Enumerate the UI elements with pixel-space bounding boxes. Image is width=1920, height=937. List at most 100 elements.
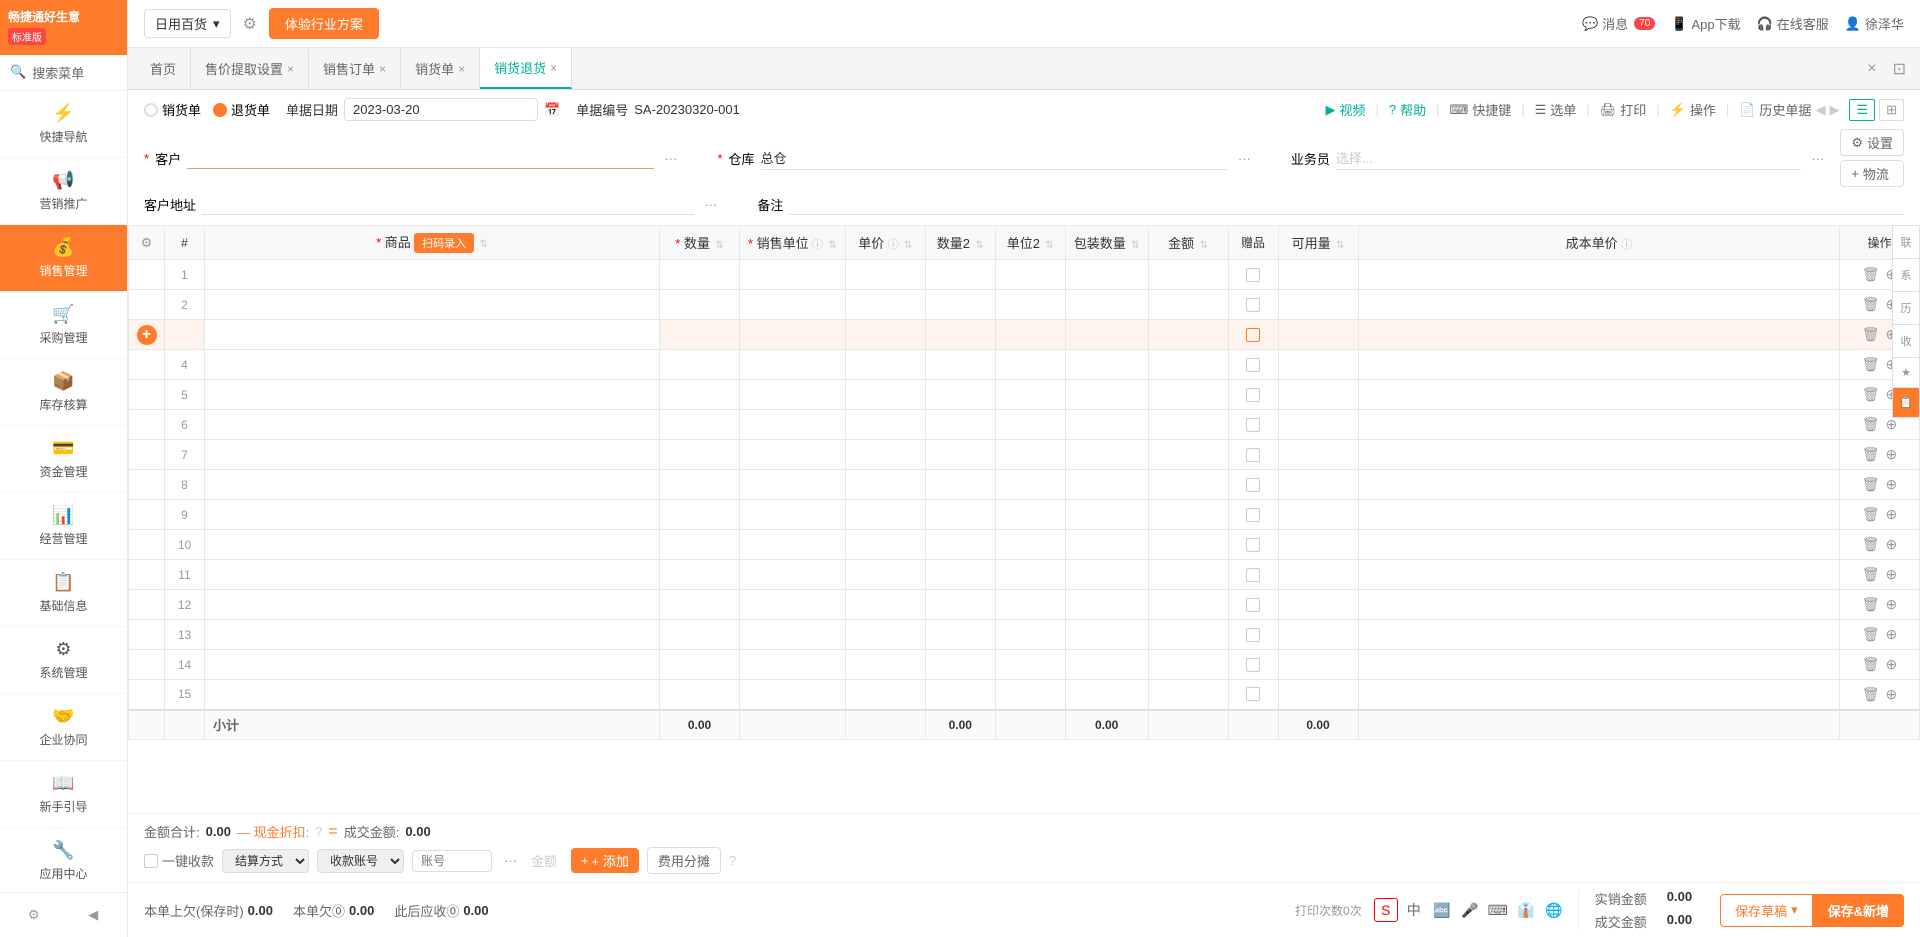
add-row-button[interactable]: + [137,325,157,345]
logistics-btn[interactable]: + 物流 [1840,160,1904,187]
sidebar-item-purchase[interactable]: 🛒 采购管理 [0,292,127,359]
row7-delete[interactable]: 🗑 [1862,446,1880,463]
user-menu[interactable]: 👤 徐泽华 [1845,14,1904,33]
row3-packqty[interactable] [1065,320,1148,350]
taskbar-icon-4[interactable]: 🎤 [1458,898,1482,922]
save-draft-button[interactable]: 保存草稿 ▾ [1720,894,1813,927]
history-nav-next[interactable]: ▶ [1829,102,1839,118]
radio-return[interactable]: 退货单 [213,100,270,119]
row3-product[interactable] [205,320,660,350]
customer-dots-btn[interactable]: ··· [664,151,677,166]
row11-cb[interactable] [1246,568,1260,582]
tab-price-settings-close[interactable]: × [287,62,294,76]
row3-gift-checkbox[interactable] [1246,328,1260,342]
sidebar-item-marketing[interactable]: 📢 营销推广 [0,158,127,225]
row3-delete-icon[interactable]: 🗑 [1862,326,1880,343]
row2-qty2[interactable] [925,290,995,320]
taskbar-icon-7[interactable]: 🌐 [1542,898,1566,922]
sidebar-item-shortcuts[interactable]: ⚡ 快捷导航 [0,91,127,158]
salesperson-dots-btn[interactable]: ··· [1811,151,1824,166]
sidebar-item-finance[interactable]: 💳 资金管理 [0,426,127,493]
row3-amount[interactable] [1148,320,1228,350]
calc-method-select[interactable]: 结算方式 [222,849,309,873]
onepay-cb[interactable] [144,854,158,868]
taskbar-icon-1[interactable]: S [1374,898,1398,922]
taskbar-icon-6[interactable]: 👔 [1514,898,1538,922]
sidebar-settings-btn[interactable]: ⚙ [8,901,60,929]
topbar-settings-icon[interactable]: ⚙ [243,14,257,34]
tabs-restore[interactable]: ⊡ [1887,57,1912,81]
row2-delete-icon[interactable]: 🗑 [1862,296,1880,313]
tab-sales-bill-close[interactable]: × [458,62,465,76]
account-number-input[interactable] [412,850,492,872]
split-question-icon[interactable]: ? [729,853,736,868]
sidebar-collapse-btn[interactable]: ◀ [68,901,120,929]
sidebar-item-ops[interactable]: 📊 经营管理 [0,493,127,560]
unit-info-icon[interactable]: ⓘ [812,239,823,251]
qty-sort-icon[interactable]: ⇅ [715,240,723,251]
row4-delete[interactable]: 🗑 [1862,356,1880,373]
row4-cb[interactable] [1246,358,1260,372]
row1-gift-checkbox[interactable] [1246,268,1260,282]
row6-copy[interactable]: ⊕ [1886,416,1898,433]
row15-cb[interactable] [1246,687,1260,701]
row2-gift-checkbox[interactable] [1246,298,1260,312]
address-dots-btn[interactable]: ··· [704,197,717,212]
sidebar-item-collab[interactable]: 🤝 企业协同 [0,694,127,761]
packqty-sort-icon[interactable]: ⇅ [1131,240,1139,251]
row15-delete[interactable]: 🗑 [1862,686,1880,703]
date-input[interactable] [344,98,538,121]
warehouse-dots-btn[interactable]: ··· [1238,151,1251,166]
tab-sales-return[interactable]: 销货退货 × [480,48,572,89]
row3-product-input[interactable] [211,327,653,342]
ops-btn[interactable]: ⚡ 操作 [1670,100,1716,119]
tab-sales-return-close[interactable]: × [550,61,557,75]
row10-cb[interactable] [1246,538,1260,552]
tab-price-settings[interactable]: 售价提取设置 × [191,49,309,88]
list-view-btn[interactable]: ☰ [1849,99,1875,121]
price-sort-icon[interactable]: ⇅ [904,240,912,251]
row3-qty2[interactable] [925,320,995,350]
row8-cb[interactable] [1246,478,1260,492]
row12-cb[interactable] [1246,598,1260,612]
row15-copy[interactable]: ⊕ [1886,686,1898,703]
taskbar-icon-5[interactable]: ⌨ [1486,898,1510,922]
customer-input[interactable] [187,147,654,169]
app-download-btn[interactable]: 📱 App下载 [1671,14,1740,33]
row12-delete[interactable]: 🗑 [1862,596,1880,613]
remark-input[interactable] [789,193,1904,215]
scan-input-button[interactable]: 扫码录入 [414,233,474,253]
row5-delete[interactable]: 🗑 [1862,386,1880,403]
row3-price[interactable] [845,320,925,350]
tab-sales-bill[interactable]: 销货单 × [401,49,480,88]
experience-button[interactable]: 体验行业方案 [269,8,379,39]
radio-sales-bill[interactable]: 销货单 [144,100,201,119]
taskbar-icon-2[interactable]: 中 [1402,898,1426,922]
fee-split-button[interactable]: 费用分摊 [647,847,721,874]
row7-copy[interactable]: ⊕ [1886,446,1898,463]
salesperson-input[interactable]: 选择... [1336,146,1801,170]
row1-packqty[interactable] [1065,260,1148,290]
row6-cb[interactable] [1246,418,1260,432]
row2-amount[interactable] [1148,290,1228,320]
sidebar-item-appstore[interactable]: 🔧 应用中心 [0,828,127,892]
row3-unit2[interactable] [995,320,1065,350]
print-btn[interactable]: 🖨 打印 [1600,100,1647,119]
grid-view-btn[interactable]: ⊞ [1879,99,1904,121]
sidebar-item-sales[interactable]: 💰 销售管理 [0,225,127,292]
row8-copy[interactable]: ⊕ [1886,476,1898,493]
sidebar-search[interactable]: 🔍 搜索菜单 [0,55,127,91]
store-selector[interactable]: 日用百货 ▾ [144,9,231,38]
row2-price[interactable] [845,290,925,320]
sidebar-item-guide[interactable]: 📖 新手引导 [0,761,127,828]
row1-product[interactable] [205,260,660,290]
row11-delete[interactable]: 🗑 [1862,566,1880,583]
history-nav-prev[interactable]: ◀ [1815,102,1825,118]
product-sort-icon[interactable]: ⇅ [479,239,487,250]
float-btn-3[interactable]: 历 [1892,292,1920,325]
tabs-close-all[interactable]: × [1861,58,1882,80]
calendar-icon[interactable]: 📅 [544,102,560,118]
row10-copy[interactable]: ⊕ [1886,536,1898,553]
row14-copy[interactable]: ⊕ [1886,656,1898,673]
row3-unit[interactable] [740,320,846,350]
